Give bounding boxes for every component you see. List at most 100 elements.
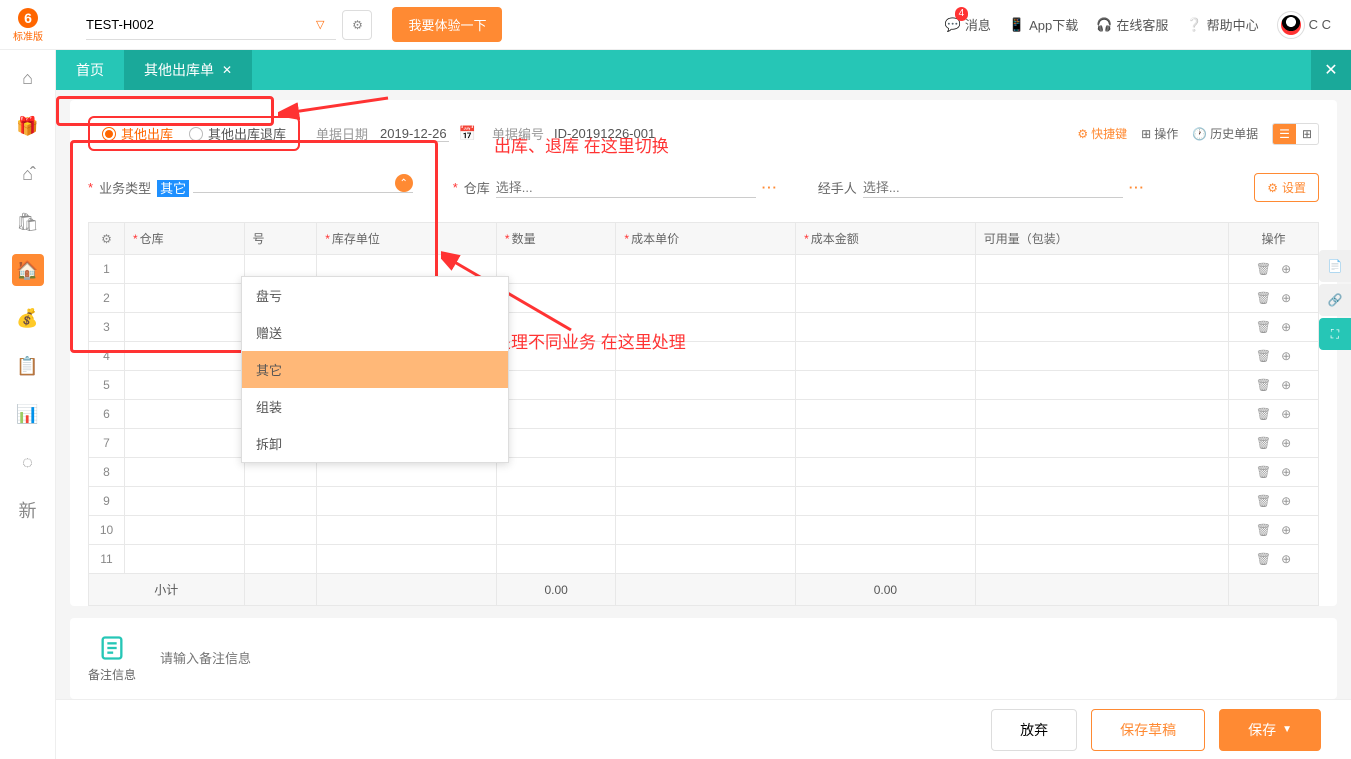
table-row[interactable]: 9 🗑 ⊕ [89,487,1319,516]
nav-money-icon[interactable]: 💰 [12,302,44,334]
shortcut-button[interactable]: ⚙ 快捷键 [1077,125,1127,142]
more-dots-icon[interactable]: ··· [1129,180,1145,195]
cell-cost-amount[interactable] [796,313,976,342]
save-button[interactable]: 保存 ▼ [1219,709,1321,751]
cell-cost-amount[interactable] [796,429,976,458]
radio-other-return[interactable]: 其他出库退库 [189,124,286,143]
online-service-button[interactable]: 🎧 在线客服 [1096,15,1168,34]
cell-available[interactable] [975,284,1228,313]
cell-available[interactable] [975,255,1228,284]
global-search-input[interactable] [86,10,336,40]
delete-icon[interactable]: 🗑 [1256,465,1271,479]
app-download-button[interactable]: 📱 App下载 [1009,15,1078,34]
delete-icon[interactable]: 🗑 [1256,436,1271,450]
cell-unit-cost[interactable] [616,487,796,516]
cell-cost-amount[interactable] [796,342,976,371]
cell-available[interactable] [975,313,1228,342]
cell-warehouse[interactable] [125,545,245,574]
cell-cost-amount[interactable] [796,516,976,545]
cell-cost-amount[interactable] [796,400,976,429]
cell-qty[interactable] [496,516,616,545]
history-button[interactable]: 🕐 历史单据 [1192,125,1258,142]
cell-unit-cost[interactable] [616,342,796,371]
cell-qty[interactable] [496,371,616,400]
help-center-button[interactable]: ❔ 帮助中心 [1186,15,1258,34]
cell-unit-cost[interactable] [616,284,796,313]
cell-qty[interactable] [496,458,616,487]
warehouse-input[interactable] [496,178,756,198]
cell-warehouse[interactable] [125,487,245,516]
tab-close-icon[interactable]: ✕ [222,63,232,77]
add-icon[interactable]: ⊕ [1281,262,1291,276]
cell-available[interactable] [975,458,1228,487]
nav-new-icon[interactable]: 新 [12,494,44,526]
add-icon[interactable]: ⊕ [1281,291,1291,305]
cell-available[interactable] [975,342,1228,371]
cell-warehouse[interactable] [125,458,245,487]
cell-warehouse[interactable] [125,371,245,400]
remarks-input[interactable] [160,651,1319,666]
cell-unit-cost[interactable] [616,400,796,429]
cell-unit-cost[interactable] [616,429,796,458]
cell-code[interactable] [244,545,317,574]
nav-report-icon[interactable]: 📊 [12,398,44,430]
cell-available[interactable] [975,429,1228,458]
cell-warehouse[interactable] [125,284,245,313]
messages-button[interactable]: 💬 消息 4 [945,15,991,34]
cell-available[interactable] [975,371,1228,400]
cell-unit[interactable] [317,545,497,574]
nav-clipboard-icon[interactable]: 📋 [12,350,44,382]
nav-gift-icon[interactable]: 🎁 [12,110,44,142]
float-note-icon[interactable]: 📄 [1319,250,1351,282]
operation-button[interactable]: ⊞ 操作 [1141,125,1178,142]
cell-available[interactable] [975,516,1228,545]
cell-cost-amount[interactable] [796,545,976,574]
cell-qty[interactable] [496,487,616,516]
cell-qty[interactable] [496,313,616,342]
save-draft-button[interactable]: 保存草稿 [1091,709,1205,751]
settings-button[interactable]: ⚙ 设置 [1254,173,1319,202]
discard-button[interactable]: 放弃 [991,709,1077,751]
add-icon[interactable]: ⊕ [1281,465,1291,479]
tabs-close-all[interactable]: ✕ [1311,50,1351,90]
cell-available[interactable] [975,545,1228,574]
add-icon[interactable]: ⊕ [1281,407,1291,421]
float-link-icon[interactable]: 🔗 [1319,284,1351,316]
cell-unit-cost[interactable] [616,255,796,284]
nav-home-icon[interactable]: ⌂ [12,62,44,94]
cell-warehouse[interactable] [125,255,245,284]
try-experience-button[interactable]: 我要体验一下 [392,7,502,42]
dropdown-item[interactable]: 组装 [242,388,508,425]
cell-unit-cost[interactable] [616,516,796,545]
cell-unit-cost[interactable] [616,371,796,400]
cell-qty[interactable] [496,429,616,458]
cell-available[interactable] [975,400,1228,429]
add-icon[interactable]: ⊕ [1281,523,1291,537]
cell-available[interactable] [975,487,1228,516]
calendar-icon[interactable]: 📅 [459,125,476,142]
cell-unit-cost[interactable] [616,545,796,574]
nav-warehouse-icon[interactable]: 🏠 [12,254,44,286]
delete-icon[interactable]: 🗑 [1256,262,1271,276]
delete-icon[interactable]: 🗑 [1256,552,1271,566]
cell-qty[interactable] [496,342,616,371]
cell-cost-amount[interactable] [796,255,976,284]
view-list-icon[interactable]: ☰ [1273,124,1296,144]
cell-warehouse[interactable] [125,400,245,429]
user-menu[interactable]: C C [1277,11,1331,39]
delete-icon[interactable]: 🗑 [1256,494,1271,508]
radio-other-outbound[interactable]: 其他出库 [102,124,173,143]
nav-house-icon[interactable]: ⌂̂ [12,158,44,190]
cell-unit-cost[interactable] [616,458,796,487]
nav-bag-icon[interactable]: 🛍 [12,206,44,238]
biz-type-input[interactable]: 其它 [157,180,189,197]
cell-qty[interactable] [496,545,616,574]
dropdown-item[interactable]: 赠送 [242,314,508,351]
cell-qty[interactable] [496,255,616,284]
view-grid-icon[interactable]: ⊞ [1296,124,1318,144]
table-row[interactable]: 10 🗑 ⊕ [89,516,1319,545]
delete-icon[interactable]: 🗑 [1256,291,1271,305]
chevron-up-icon[interactable]: ⌃ [395,174,413,192]
cell-unit[interactable] [317,487,497,516]
tab-home[interactable]: 首页 [56,50,124,90]
